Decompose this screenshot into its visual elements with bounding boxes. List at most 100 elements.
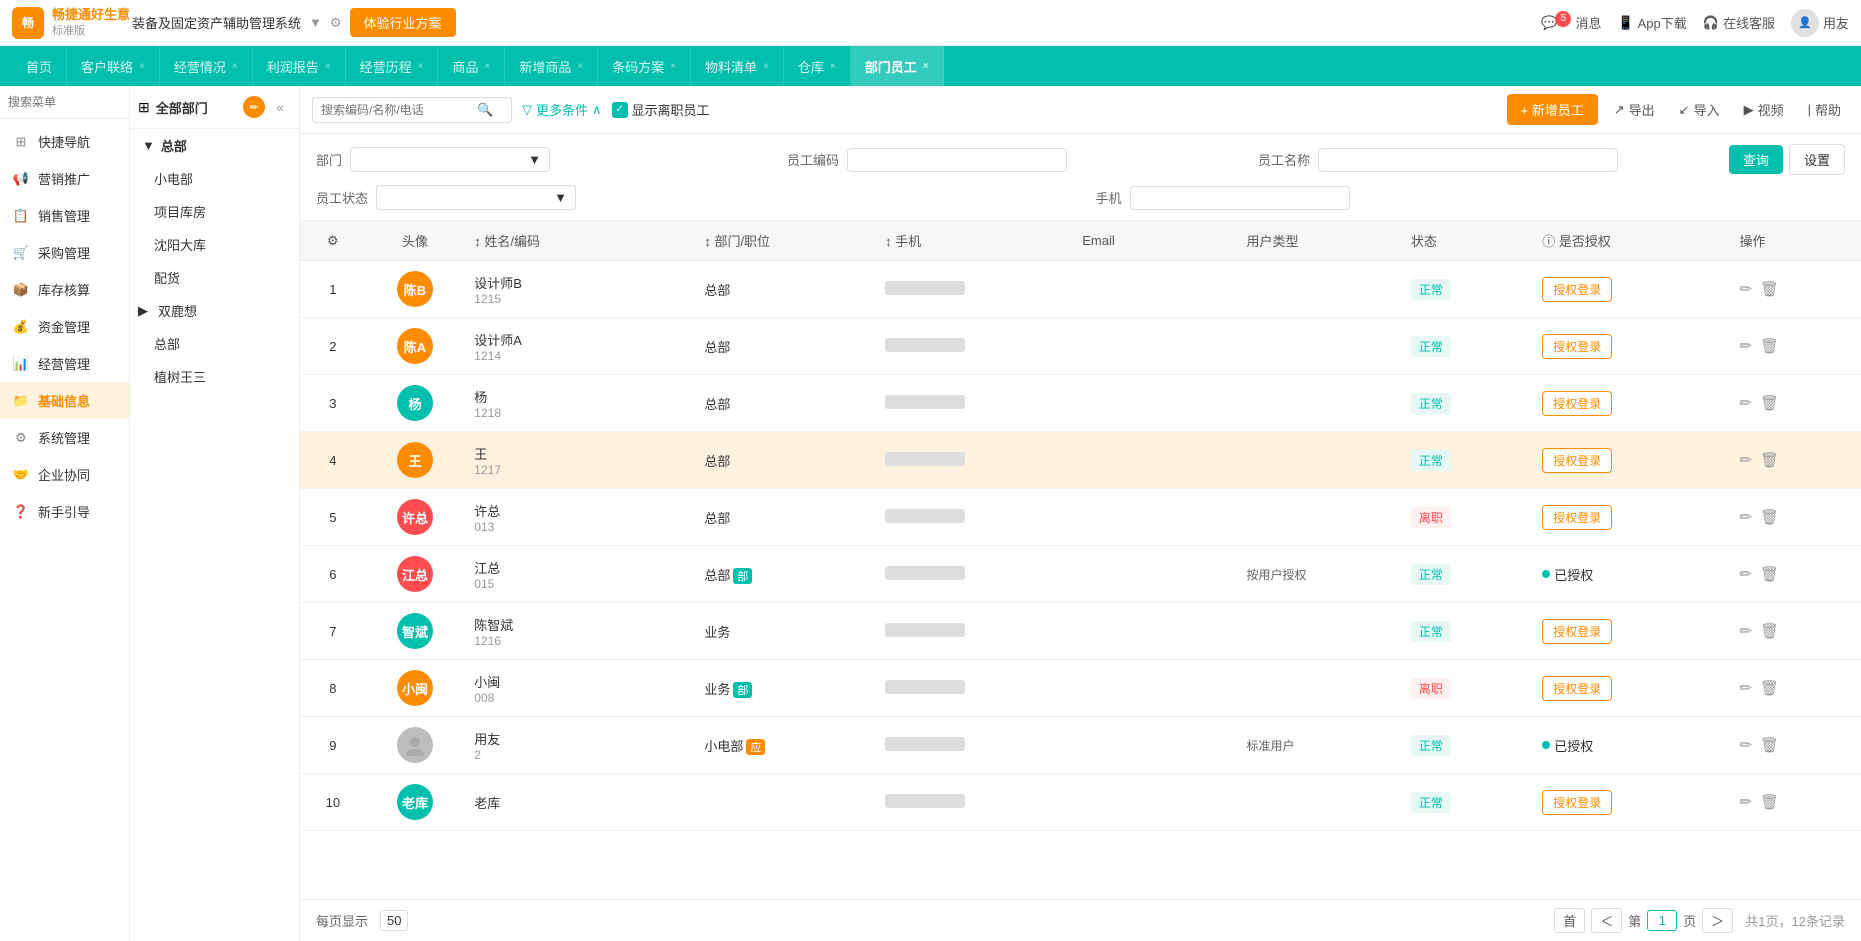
close-icon[interactable]: × — [418, 61, 424, 72]
delete-icon[interactable]: 🗑 — [1760, 451, 1779, 469]
close-icon[interactable]: × — [763, 61, 769, 72]
edit-icon[interactable]: ✏ — [1739, 280, 1752, 298]
edit-icon[interactable]: ✏ — [1739, 337, 1752, 355]
tree-collapse-btn[interactable]: « — [269, 96, 291, 118]
delete-icon[interactable]: 🗑 — [1760, 280, 1779, 298]
edit-icon[interactable]: ✏ — [1739, 565, 1752, 583]
query-button[interactable]: 查询 — [1729, 145, 1783, 174]
col-name[interactable]: ↕ 姓名/编码 — [464, 221, 694, 261]
name-input[interactable] — [1318, 148, 1618, 172]
message-item[interactable]: 💬 5 消息 — [1541, 13, 1601, 32]
auth-login-btn[interactable]: 授权登录 — [1542, 448, 1612, 473]
more-filter-btn[interactable]: ▽ 更多条件 ∧ — [522, 100, 602, 119]
edit-icon[interactable]: ✏ — [1739, 679, 1752, 697]
first-page-btn[interactable]: 首 — [1554, 908, 1585, 933]
add-employee-button[interactable]: + 新增员工 — [1507, 94, 1598, 125]
delete-icon[interactable]: 🗑 — [1760, 793, 1779, 811]
tree-item-zongbu-parent[interactable]: ▼ 总部 — [130, 129, 299, 162]
close-icon[interactable]: × — [325, 61, 331, 72]
tree-item-zongbu-child[interactable]: 总部 — [130, 327, 299, 360]
settings-button[interactable]: 设置 — [1789, 144, 1845, 175]
tree-add-btn[interactable]: ✏ — [243, 96, 265, 118]
tab-material[interactable]: 物料清单 × — [691, 46, 784, 86]
close-icon[interactable]: × — [923, 61, 929, 72]
sidebar-item-purchase[interactable]: 🛒 采购管理 — [0, 234, 129, 271]
sidebar-item-marketing[interactable]: 📢 营销推广 — [0, 160, 129, 197]
col-settings[interactable]: ⚙ — [300, 221, 366, 261]
tree-item-shuanglu[interactable]: ▶ 双鹿想 — [130, 294, 299, 327]
delete-icon[interactable]: 🗑 — [1760, 622, 1779, 640]
edit-icon[interactable]: ✏ — [1739, 508, 1752, 526]
sidebar-search-input[interactable] — [8, 95, 130, 109]
dept-select[interactable]: ▼ — [350, 147, 550, 172]
auth-login-btn[interactable]: 授权登录 — [1542, 790, 1612, 815]
per-page-value[interactable]: 50 — [380, 910, 408, 931]
trial-button[interactable]: 体验行业方案 — [350, 8, 456, 37]
next-page-btn[interactable]: ＞ — [1702, 908, 1733, 933]
tree-item-xiangmu[interactable]: 项目库房 — [130, 195, 299, 228]
auth-login-btn[interactable]: 授权登录 — [1542, 334, 1612, 359]
export-button[interactable]: ↗ 导出 — [1606, 95, 1663, 124]
edit-icon[interactable]: ✏ — [1739, 622, 1752, 640]
tab-home[interactable]: 首页 — [12, 46, 67, 86]
close-icon[interactable]: × — [232, 61, 238, 72]
user-avatar[interactable]: 👤 用友 — [1791, 9, 1849, 37]
prev-page-btn[interactable]: ＜ — [1591, 908, 1622, 933]
online-service-item[interactable]: 🎧 在线客服 — [1703, 13, 1775, 32]
sidebar-item-sales[interactable]: 📋 销售管理 — [0, 197, 129, 234]
edit-icon[interactable]: ✏ — [1739, 793, 1752, 811]
phone-input[interactable] — [1130, 186, 1350, 210]
delete-icon[interactable]: 🗑 — [1760, 394, 1779, 412]
delete-icon[interactable]: 🗑 — [1760, 565, 1779, 583]
sidebar-item-inventory[interactable]: 📦 库存核算 — [0, 271, 129, 308]
show-resign-toggle[interactable]: ✓ 显示离职员工 — [612, 100, 710, 119]
delete-icon[interactable]: 🗑 — [1760, 337, 1779, 355]
auth-login-btn[interactable]: 授权登录 — [1542, 505, 1612, 530]
auth-login-btn[interactable]: 授权登录 — [1542, 391, 1612, 416]
sidebar-item-operation[interactable]: 📊 经营管理 — [0, 345, 129, 382]
app-download-item[interactable]: 📱 App下载 — [1617, 13, 1686, 32]
close-icon[interactable]: × — [484, 61, 490, 72]
close-icon[interactable]: × — [577, 61, 583, 72]
edit-icon[interactable]: ✏ — [1739, 451, 1752, 469]
status-select[interactable]: ▼ — [376, 185, 576, 210]
delete-icon[interactable]: 🗑 — [1760, 736, 1779, 754]
sidebar-item-guide[interactable]: ❓ 新手引导 — [0, 493, 129, 530]
edit-icon[interactable]: ✏ — [1739, 394, 1752, 412]
sidebar-item-quick-nav[interactable]: ⊞ 快捷导航 — [0, 123, 129, 160]
auth-login-btn[interactable]: 授权登录 — [1542, 277, 1612, 302]
tab-product[interactable]: 商品 × — [438, 46, 505, 86]
current-page[interactable]: 1 — [1647, 910, 1677, 931]
delete-icon[interactable]: 🗑 — [1760, 508, 1779, 526]
col-phone[interactable]: ↕ 手机 — [875, 221, 1072, 261]
edit-icon[interactable]: ✏ — [1739, 736, 1752, 754]
import-button[interactable]: ↙ 导入 — [1671, 95, 1728, 124]
auth-login-btn[interactable]: 授权登录 — [1542, 619, 1612, 644]
code-input[interactable] — [847, 148, 1067, 172]
tree-item-peihuo[interactable]: 配货 — [130, 261, 299, 294]
sidebar-item-finance[interactable]: 💰 资金管理 — [0, 308, 129, 345]
tab-customer[interactable]: 客户联络 × — [67, 46, 160, 86]
delete-icon[interactable]: 🗑 — [1760, 679, 1779, 697]
auth-login-btn[interactable]: 授权登录 — [1542, 676, 1612, 701]
search-input[interactable] — [321, 103, 471, 117]
tree-item-xiaodibu[interactable]: 小电部 — [130, 162, 299, 195]
tab-operation[interactable]: 经营情况 × — [160, 46, 253, 86]
close-icon[interactable]: × — [830, 61, 836, 72]
col-dept[interactable]: ↕ 部门/职位 — [694, 221, 875, 261]
gear-icon[interactable]: ▼ — [309, 15, 322, 30]
sidebar-item-system[interactable]: ⚙ 系统管理 — [0, 419, 129, 456]
tab-department[interactable]: 部门员工 × — [851, 46, 944, 86]
tab-process[interactable]: 经营历程 × — [346, 46, 439, 86]
tab-barcode[interactable]: 条码方案 × — [598, 46, 691, 86]
settings-icon[interactable]: ⚙ — [330, 15, 342, 31]
tab-profit[interactable]: 利润报告 × — [253, 46, 346, 86]
sidebar-item-basic-info[interactable]: 📁 基础信息 — [0, 382, 129, 419]
close-icon[interactable]: × — [139, 61, 145, 72]
view-button[interactable]: ▶ 视频 — [1736, 95, 1792, 124]
close-icon[interactable]: × — [670, 61, 676, 72]
sidebar-item-enterprise[interactable]: 🤝 企业协同 — [0, 456, 129, 493]
help-button[interactable]: | 帮助 — [1800, 95, 1849, 124]
tab-warehouse[interactable]: 仓库 × — [784, 46, 851, 86]
tree-item-zhishu[interactable]: 植树王三 — [130, 360, 299, 393]
